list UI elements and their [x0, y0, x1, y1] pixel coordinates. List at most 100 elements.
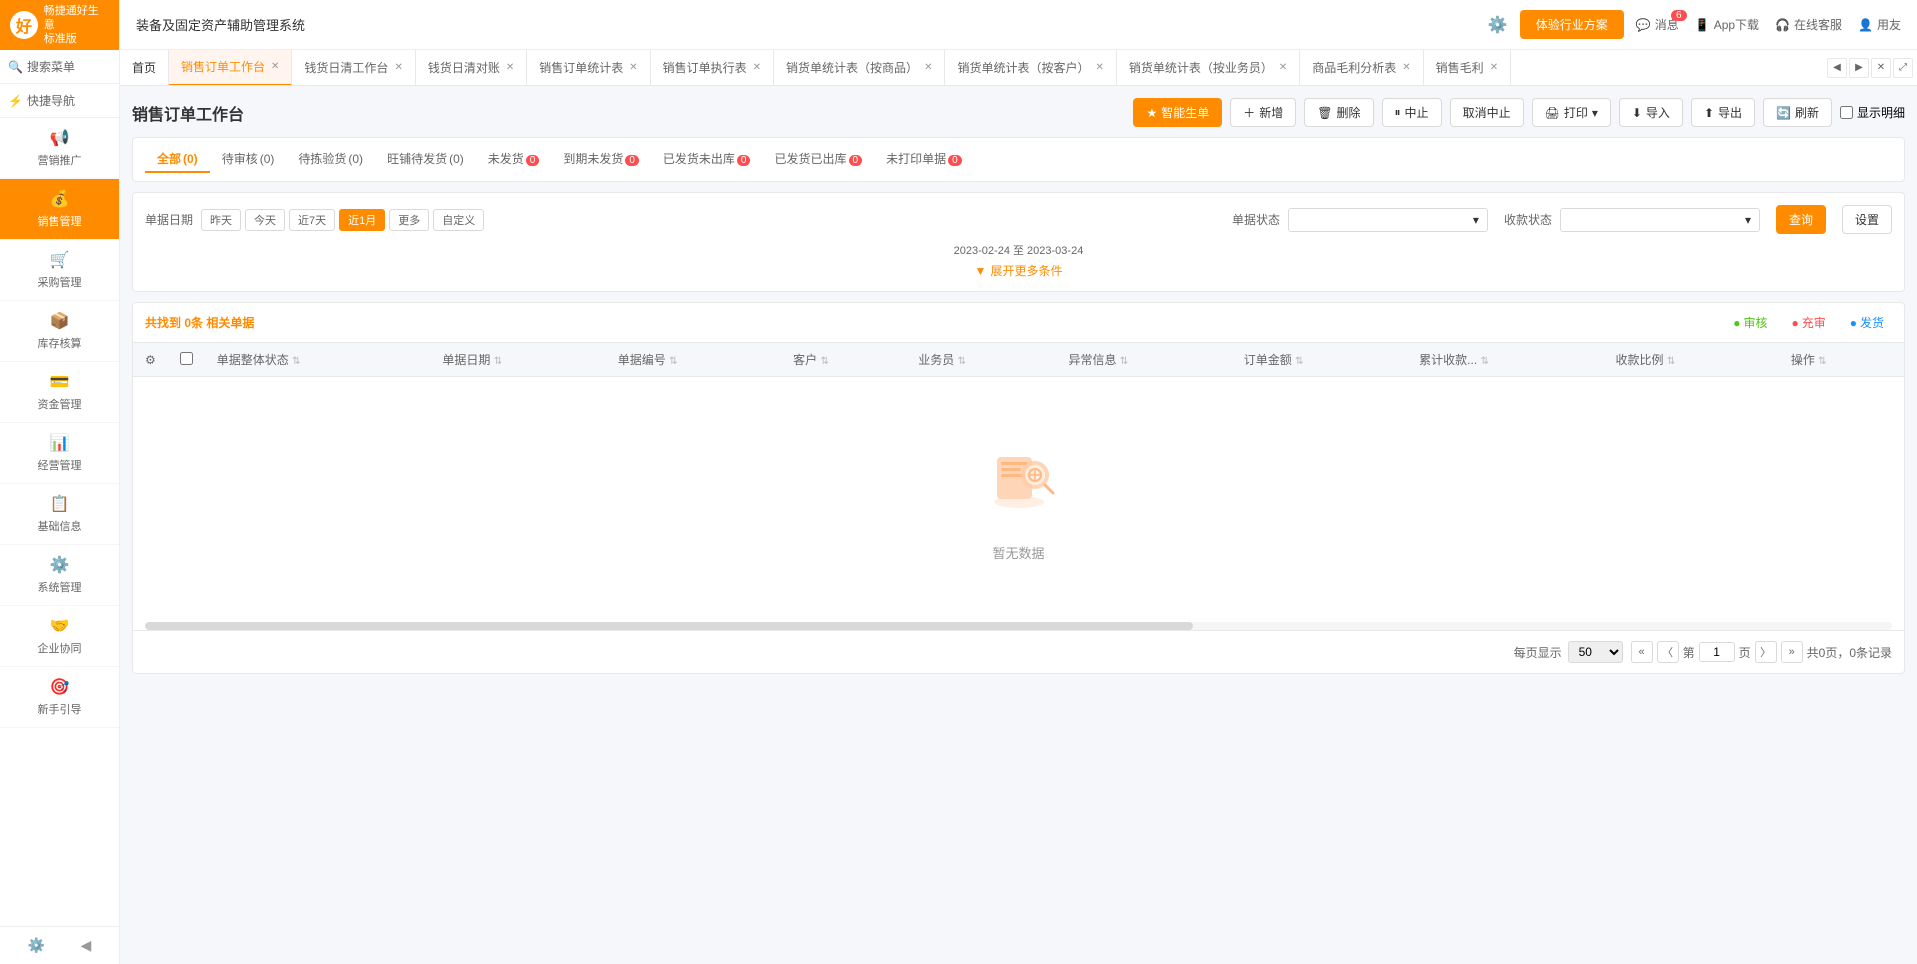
tab-maximize[interactable]: ⤢ — [1893, 58, 1913, 78]
tab-close-sales-exec[interactable]: ✕ — [753, 62, 761, 73]
sidebar-item-marketing[interactable]: 📢营销推广 — [0, 118, 119, 179]
sidebar-item-finance[interactable]: 💳资金管理 — [0, 362, 119, 423]
tab-cash-daily[interactable]: 钱货日清工作台✕ — [292, 50, 415, 86]
sidebar-settings-icon[interactable]: ⚙️ — [28, 937, 45, 954]
collection-select[interactable]: ▾ — [1560, 208, 1760, 232]
last-page-button[interactable]: » — [1781, 641, 1803, 663]
tab-sale-stats-staff[interactable]: 销货单统计表（按业务员）✕ — [1117, 50, 1300, 86]
status-select[interactable]: ▾ — [1288, 208, 1488, 232]
industry-solution-button[interactable]: 体验行业方案 — [1520, 10, 1624, 39]
sidebar-item-system[interactable]: ⚙️系统管理 — [0, 545, 119, 606]
sidebar-item-enterprise[interactable]: 🤝企业协同 — [0, 606, 119, 667]
sidebar-item-basic[interactable]: 📋基础信息 — [0, 484, 119, 545]
show-detail-label[interactable]: 显示明细 — [1840, 104, 1905, 121]
tab-sales-workbench[interactable]: 销售订单工作台✕ — [169, 50, 292, 86]
date-btn-更多[interactable]: 更多 — [389, 209, 429, 231]
system-settings-icon[interactable]: ⚙️ — [1488, 15, 1508, 35]
sidebar-item-inventory[interactable]: 📦库存核算 — [0, 301, 119, 362]
query-button[interactable]: 查询 — [1776, 205, 1826, 234]
tab-close-sales-workbench[interactable]: ✕ — [271, 61, 279, 72]
tab-sales-margin[interactable]: 销售毛利✕ — [1424, 50, 1511, 86]
settings-button[interactable]: 设置 — [1842, 205, 1892, 234]
filter-tab-not_printed[interactable]: 未打印单据0 — [874, 146, 974, 173]
sort-icon-date[interactable]: ⇅ — [494, 356, 502, 367]
tab-sales-exec[interactable]: 销售订单执行表✕ — [651, 50, 774, 86]
sort-icon-customer[interactable]: ⇅ — [820, 356, 828, 367]
ship-button[interactable]: ● 发货 — [1842, 311, 1892, 334]
filter-tab-pending_review[interactable]: 待审核(0) — [210, 146, 287, 173]
sidebar-item-sales[interactable]: 💰销售管理 — [0, 179, 119, 240]
export-button[interactable]: ⬆ 导出 — [1691, 98, 1755, 127]
filter-tab-shipped_out[interactable]: 已发货已出库0 — [762, 146, 874, 173]
filter-tab-pending_inspect[interactable]: 待拣验货(0) — [286, 146, 375, 173]
show-detail-checkbox[interactable] — [1840, 106, 1853, 119]
tab-close-sales-stats[interactable]: ✕ — [629, 62, 637, 73]
sort-icon-collected[interactable]: ⇅ — [1481, 356, 1489, 367]
app-download-action[interactable]: 📱 App下载 — [1695, 16, 1759, 33]
filter-tab-overdue_not_shipped[interactable]: 到期未发货0 — [551, 146, 651, 173]
sort-icon-abnormal[interactable]: ⇅ — [1120, 356, 1128, 367]
tab-sale-stats-customer[interactable]: 销货单统计表（按客户）✕ — [945, 50, 1116, 86]
sidebar-quick-nav[interactable]: ⚡ 快捷导航 — [0, 84, 119, 118]
tab-cash-reconcile[interactable]: 钱货日清对账✕ — [416, 50, 527, 86]
approve-button[interactable]: ● 审核 — [1725, 311, 1775, 334]
import-button[interactable]: ⬇ 导入 — [1619, 98, 1683, 127]
filter-tab-all[interactable]: 全部(0) — [145, 146, 210, 173]
tab-close-sale-stats-product[interactable]: ✕ — [924, 62, 932, 73]
online-service-action[interactable]: 🎧 在线客服 — [1775, 16, 1842, 33]
filter-tab-wangpu_pending[interactable]: 旺铺待发货(0) — [375, 146, 476, 173]
tab-sales-stats[interactable]: 销售订单统计表✕ — [527, 50, 650, 86]
horizontal-scrollbar[interactable] — [145, 622, 1892, 630]
tab-close-cash-daily[interactable]: ✕ — [394, 62, 402, 73]
sort-icon-number[interactable]: ⇅ — [669, 356, 677, 367]
expand-conditions-button[interactable]: ▼ 展开更多条件 — [975, 262, 1063, 279]
sort-icon-operation[interactable]: ⇅ — [1818, 356, 1826, 367]
cancel-pause-button[interactable]: 取消中止 — [1450, 98, 1524, 127]
tab-scroll-right[interactable]: ▶ — [1849, 58, 1869, 78]
tab-close-cash-reconcile[interactable]: ✕ — [506, 62, 514, 73]
date-btn-昨天[interactable]: 昨天 — [201, 209, 241, 231]
scrollbar-thumb[interactable] — [145, 622, 1193, 630]
date-btn-自定义[interactable]: 自定义 — [433, 209, 484, 231]
date-btn-近7天[interactable]: 近7天 — [289, 209, 335, 231]
tab-close-sales-margin[interactable]: ✕ — [1490, 62, 1498, 73]
pause-button[interactable]: ⏸ 中止 — [1382, 98, 1442, 127]
first-page-button[interactable]: « — [1631, 641, 1653, 663]
prev-page-button[interactable]: 〈 — [1657, 641, 1679, 663]
sidebar-item-management[interactable]: 📊经营管理 — [0, 423, 119, 484]
tab-sale-stats-product[interactable]: 销货单统计表（按商品）✕ — [774, 50, 945, 86]
tab-scroll-left[interactable]: ◀ — [1827, 58, 1847, 78]
tab-close-all[interactable]: ✕ — [1871, 58, 1891, 78]
select-all-checkbox[interactable] — [180, 352, 193, 365]
user-action[interactable]: 👤 用友 — [1858, 16, 1901, 33]
revoke-button[interactable]: ● 充审 — [1783, 311, 1833, 334]
sort-icon-staff[interactable]: ⇅ — [958, 356, 966, 367]
tab-close-goods-margin[interactable]: ✕ — [1402, 62, 1410, 73]
add-button[interactable]: ＋ 新增 — [1230, 98, 1296, 127]
table-scroll[interactable]: ⚙单据整体状态 ⇅单据日期 ⇅单据编号 ⇅客户 ⇅业务员 ⇅异常信息 ⇅订单金额… — [133, 343, 1904, 377]
print-button[interactable]: 🖨 打印 ▾ — [1532, 98, 1611, 127]
delete-button[interactable]: 🗑 删除 — [1304, 98, 1373, 127]
table-settings-icon[interactable]: ⚙ — [145, 353, 156, 367]
sort-icon-ratio[interactable]: ⇅ — [1667, 356, 1675, 367]
tab-close-sale-stats-staff[interactable]: ✕ — [1279, 62, 1287, 73]
message-action[interactable]: 💬 消息 6 — [1636, 16, 1679, 33]
sort-icon-amount[interactable]: ⇅ — [1295, 356, 1303, 367]
date-btn-今天[interactable]: 今天 — [245, 209, 285, 231]
tab-goods-margin[interactable]: 商品毛利分析表✕ — [1300, 50, 1423, 86]
sidebar-search[interactable]: 🔍 搜索菜单 — [0, 50, 119, 84]
page-size-select[interactable]: 50 100 200 — [1568, 641, 1623, 663]
smart-generate-button[interactable]: ★ 智能生单 — [1133, 98, 1222, 127]
tab-home[interactable]: 首页 — [120, 50, 169, 86]
sidebar-collapse-icon[interactable]: ◀ — [81, 937, 92, 954]
filter-tab-shipped_not_out[interactable]: 已发货未出库0 — [651, 146, 763, 173]
page-number-input[interactable] — [1699, 642, 1735, 662]
sort-icon-status[interactable]: ⇅ — [292, 356, 300, 367]
date-btn-近1月[interactable]: 近1月 — [339, 209, 385, 231]
sidebar-item-purchase[interactable]: 🛒采购管理 — [0, 240, 119, 301]
next-page-button[interactable]: 〉 — [1755, 641, 1777, 663]
sidebar-item-guide[interactable]: 🎯新手引导 — [0, 667, 119, 728]
tab-close-sale-stats-customer[interactable]: ✕ — [1095, 62, 1103, 73]
filter-tab-not_shipped[interactable]: 未发货0 — [476, 146, 552, 173]
refresh-button[interactable]: 🔄 刷新 — [1763, 98, 1832, 127]
